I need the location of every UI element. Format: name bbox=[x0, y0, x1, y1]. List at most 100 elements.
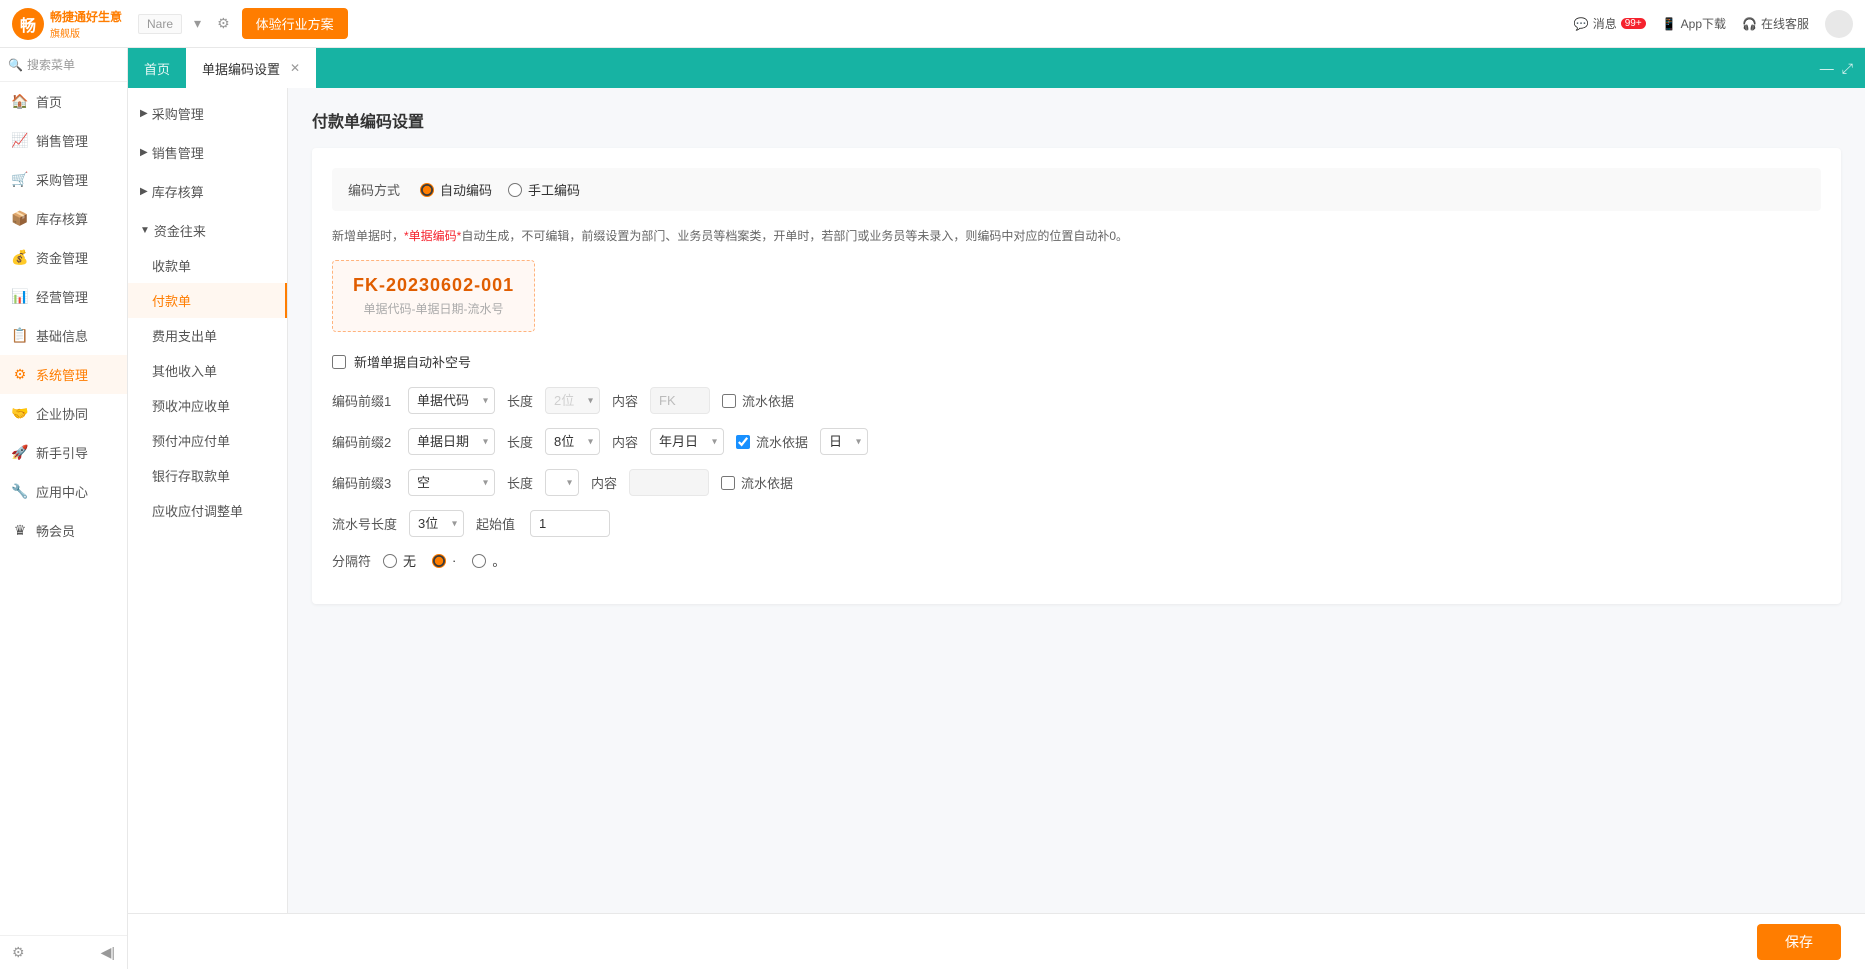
submenu-arrow-purchase: ▶ bbox=[140, 108, 148, 119]
prefix2-select[interactable]: 单据日期 部门 业务员 空 bbox=[408, 428, 495, 455]
content2-select[interactable]: 年月日 年月 年 bbox=[650, 428, 724, 455]
submenu-inventory-title[interactable]: ▶ 库存核算 bbox=[128, 174, 287, 209]
period-select-wrapper: 日 月 年 ▾ bbox=[820, 428, 868, 455]
separator-options: 无 · 。 bbox=[383, 551, 505, 570]
sidebar-item-corp[interactable]: 🤝 企业协同 bbox=[0, 394, 127, 433]
serial-length-select[interactable]: 3位 4位 5位 6位 bbox=[409, 510, 464, 537]
sidebar-item-purchase[interactable]: 🛒 采购管理 bbox=[0, 160, 127, 199]
period-select[interactable]: 日 月 年 bbox=[820, 428, 868, 455]
business-icon: 📊 bbox=[12, 289, 28, 305]
sidebar-collapse-icon[interactable]: ◀| bbox=[101, 944, 115, 961]
sidebar-label-purchase: 采购管理 bbox=[36, 170, 88, 189]
manual-encode-option[interactable]: 手工编码 bbox=[508, 180, 580, 199]
stream1-checkbox[interactable] bbox=[722, 394, 736, 408]
sep-none-label: 无 bbox=[403, 551, 416, 570]
auto-fill-row: 新增单据自动补空号 bbox=[332, 352, 1821, 371]
stream3-checkbox[interactable] bbox=[721, 476, 735, 490]
content-area: ▶ 采购管理 ▶ 销售管理 ▶ 库存核算 bbox=[128, 88, 1865, 913]
sidebar-item-vip[interactable]: ♛ 畅会员 bbox=[0, 511, 127, 550]
length2-select[interactable]: 8位 4位 6位 bbox=[545, 428, 600, 455]
prefix1-label: 编码前缀1 bbox=[332, 391, 396, 410]
tab-close-icon[interactable]: ✕ bbox=[290, 61, 300, 75]
sep-none-radio[interactable] bbox=[383, 554, 397, 568]
form-card: 编码方式 自动编码 手工编码 bbox=[312, 148, 1841, 604]
submenu-item-advance-pay[interactable]: 预付冲应付单 bbox=[128, 423, 287, 458]
online-service-button[interactable]: 🎧 在线客服 bbox=[1742, 15, 1809, 32]
vip-icon: ♛ bbox=[12, 523, 28, 539]
auto-fill-label[interactable]: 新增单据自动补空号 bbox=[354, 352, 471, 371]
expand-icon[interactable]: ▾ bbox=[190, 11, 205, 36]
encode-method-row: 编码方式 自动编码 手工编码 bbox=[332, 168, 1821, 211]
serial-length-label: 流水号长度 bbox=[332, 514, 397, 533]
sep-period-option[interactable]: 。 bbox=[472, 551, 505, 570]
submenu-sales-title[interactable]: ▶ 销售管理 bbox=[128, 135, 287, 170]
submenu-item-payment[interactable]: 付款单 bbox=[128, 283, 287, 318]
sidebar-settings-icon[interactable]: ⚙ bbox=[12, 944, 25, 961]
app-logo: 畅 畅捷通好生意 旗舰版 bbox=[12, 8, 122, 40]
sidebar-item-home[interactable]: 🏠 首页 bbox=[0, 82, 127, 121]
sidebar-item-inventory[interactable]: 📦 库存核算 bbox=[0, 199, 127, 238]
sidebar-item-business[interactable]: 📊 经营管理 bbox=[0, 277, 127, 316]
prefix3-select-wrapper: 空 单据代码 单据日期 部门 业务员 ▾ bbox=[408, 469, 495, 496]
submenu-item-ar-ap[interactable]: 应收应付调整单 bbox=[128, 493, 287, 528]
sidebar-item-appstore[interactable]: 🔧 应用中心 bbox=[0, 472, 127, 511]
main-panel: 付款单编码设置 编码方式 自动编码 手工编码 bbox=[288, 88, 1865, 913]
serial-row: 流水号长度 3位 4位 5位 6位 ▾ 起始值 bbox=[332, 510, 1821, 537]
submenu-item-receipt[interactable]: 收款单 bbox=[128, 248, 287, 283]
tab-encode[interactable]: 单据编码设置 ✕ bbox=[186, 48, 316, 88]
start-value-input[interactable] bbox=[530, 510, 610, 537]
search-menu-label: 搜索菜单 bbox=[27, 56, 75, 73]
sidebar-label-home: 首页 bbox=[36, 92, 62, 111]
submenu-sales-label: 销售管理 bbox=[152, 143, 204, 162]
tab-home[interactable]: 首页 bbox=[128, 48, 186, 88]
sidebar-item-sales[interactable]: 📈 销售管理 bbox=[0, 121, 127, 160]
submenu-item-income[interactable]: 其他收入单 bbox=[128, 353, 287, 388]
submenu-item-advance-receive[interactable]: 预收冲应收单 bbox=[128, 388, 287, 423]
auto-encode-radio[interactable] bbox=[420, 183, 434, 197]
basic-icon: 📋 bbox=[12, 328, 28, 344]
sep-dot-option[interactable]: · bbox=[432, 553, 456, 568]
submenu-item-expense[interactable]: 费用支出单 bbox=[128, 318, 287, 353]
prefix-row-1: 编码前缀1 单据代码 部门 业务员 空 ▾ 长度 bbox=[332, 387, 1821, 414]
stream2-checkbox[interactable] bbox=[736, 435, 750, 449]
sidebar-item-finance[interactable]: 💰 资金管理 bbox=[0, 238, 127, 277]
manual-encode-radio[interactable] bbox=[508, 183, 522, 197]
page-title: 付款单编码设置 bbox=[312, 108, 1841, 132]
settings-icon[interactable]: ⚙ bbox=[213, 11, 234, 36]
length3-select[interactable] bbox=[545, 469, 579, 496]
sidebar-label-corp: 企业协同 bbox=[36, 404, 88, 423]
messages-button[interactable]: 💬 消息 99+ bbox=[1574, 15, 1646, 32]
content2-select-wrapper: 年月日 年月 年 ▾ bbox=[650, 428, 724, 455]
sep-none-option[interactable]: 无 bbox=[383, 551, 416, 570]
logo-sub: 旗舰版 bbox=[50, 25, 122, 40]
save-button[interactable]: 保存 bbox=[1757, 924, 1841, 960]
prefix1-select[interactable]: 单据代码 部门 业务员 空 bbox=[408, 387, 495, 414]
prefix2-select-wrapper: 单据日期 部门 业务员 空 ▾ bbox=[408, 428, 495, 455]
prefix3-select[interactable]: 空 单据代码 单据日期 部门 业务员 bbox=[408, 469, 495, 496]
submenu-arrow-capital: ▼ bbox=[140, 225, 150, 236]
submenu-purchase-title[interactable]: ▶ 采购管理 bbox=[128, 96, 287, 131]
auto-encode-option[interactable]: 自动编码 bbox=[420, 180, 492, 199]
trial-button[interactable]: 体验行业方案 bbox=[242, 8, 348, 39]
stream2-check: 流水依据 bbox=[736, 432, 808, 451]
tabbar-maximize-icon[interactable]: ⤢ bbox=[1842, 60, 1853, 77]
app-download-button[interactable]: 📱 App下载 bbox=[1662, 15, 1726, 32]
sep-period-radio[interactable] bbox=[472, 554, 486, 568]
tabbar-minimize-icon[interactable]: — bbox=[1820, 60, 1834, 76]
length2-select-wrapper: 8位 4位 6位 ▾ bbox=[545, 428, 600, 455]
search-icon: 🔍 bbox=[8, 58, 23, 72]
sidebar-item-system[interactable]: ⚙ 系统管理 bbox=[0, 355, 127, 394]
search-menu-button[interactable]: 🔍 搜索菜单 bbox=[0, 48, 127, 82]
sales-icon: 📈 bbox=[12, 133, 28, 149]
submenu-item-bank[interactable]: 银行存取款单 bbox=[128, 458, 287, 493]
content1-label: 内容 bbox=[612, 391, 638, 410]
stream1-label: 流水依据 bbox=[742, 391, 794, 410]
submenu-capital-title[interactable]: ▼ 资金往来 bbox=[128, 213, 287, 248]
content3-label: 内容 bbox=[591, 473, 617, 492]
sidebar-item-guide[interactable]: 🚀 新手引导 bbox=[0, 433, 127, 472]
sidebar-item-basic[interactable]: 📋 基础信息 bbox=[0, 316, 127, 355]
length1-select[interactable]: 2位 bbox=[545, 387, 600, 414]
auto-fill-checkbox[interactable] bbox=[332, 355, 346, 369]
user-avatar[interactable] bbox=[1825, 10, 1853, 38]
sep-dot-radio[interactable] bbox=[432, 554, 446, 568]
